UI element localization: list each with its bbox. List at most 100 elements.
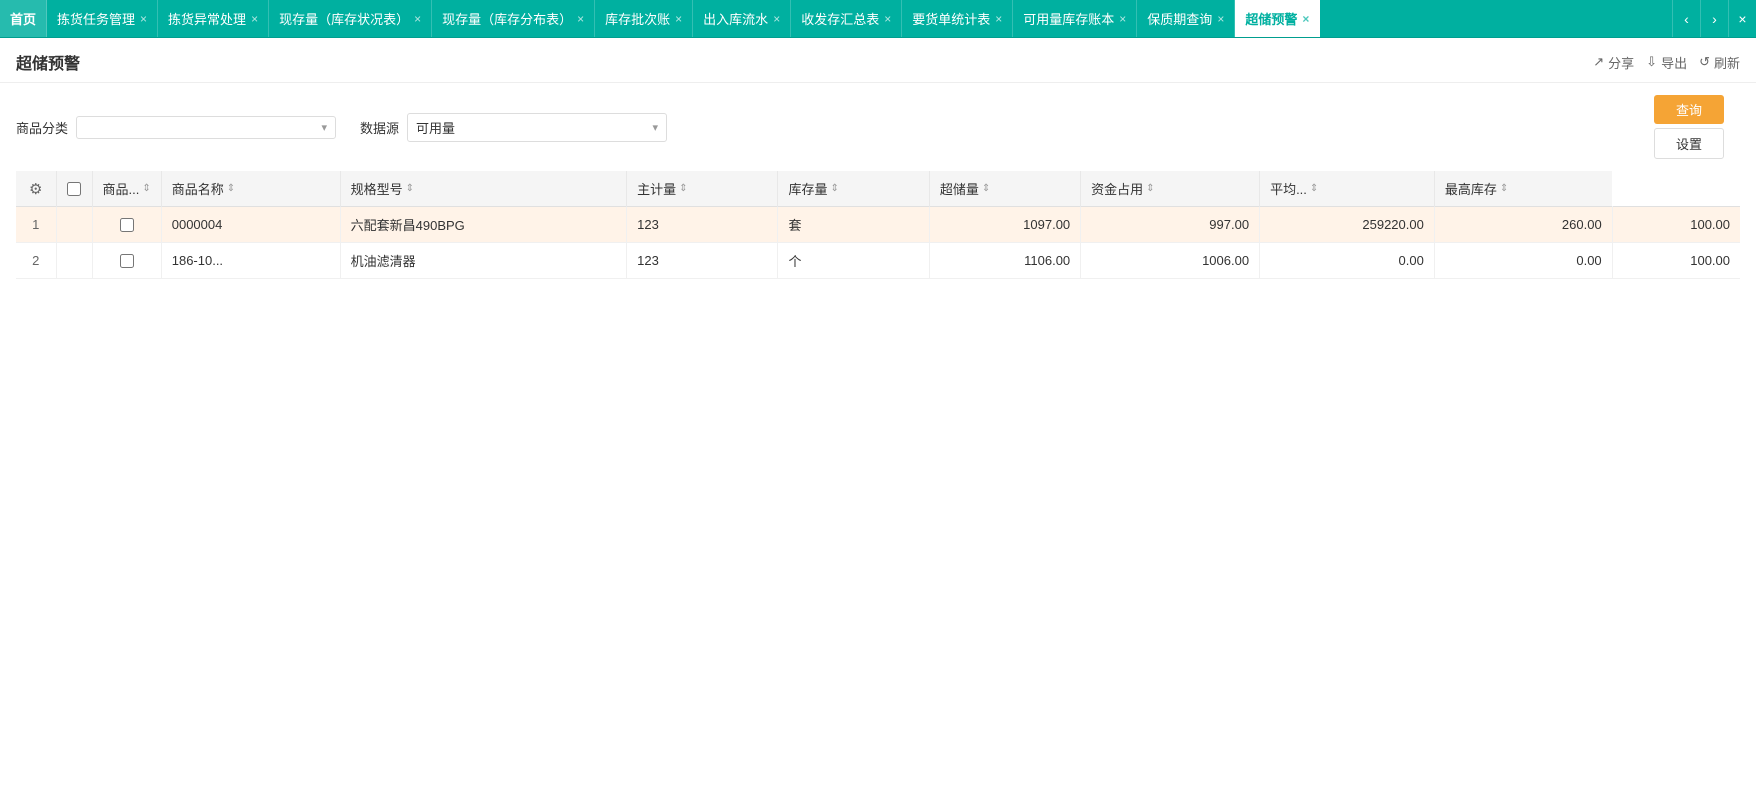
category-filter: 商品分类 ▾: [16, 116, 336, 139]
datasource-select[interactable]: 可用量 ▾: [407, 113, 667, 142]
cell-stock: 1106.00: [929, 243, 1080, 279]
th-max-stock[interactable]: 最高库存 ⇕: [1434, 171, 1612, 207]
close-icon[interactable]: ×: [1217, 12, 1224, 26]
row-checkbox[interactable]: [120, 218, 134, 232]
th-overstock[interactable]: 超储量 ⇕: [929, 171, 1080, 207]
category-select[interactable]: ▾: [76, 116, 336, 139]
th-capital[interactable]: 资金占用 ⇕: [1081, 171, 1260, 207]
sort-icon: ⇕: [830, 183, 838, 194]
nav-item-expiry[interactable]: 保质期查询 ×: [1137, 0, 1235, 38]
close-icon[interactable]: ×: [251, 12, 258, 26]
datasource-filter: 数据源 可用量 ▾: [360, 113, 667, 142]
sort-icon: ⇕: [1310, 183, 1318, 194]
nav-item-available[interactable]: 可用量库存账本 ×: [1013, 0, 1137, 38]
close-icon[interactable]: ×: [577, 12, 584, 26]
nav-item-exception[interactable]: 拣货异常处理 ×: [158, 0, 269, 38]
cell-stock: 1097.00: [929, 207, 1080, 243]
nav-arrows: ‹ › ×: [1672, 0, 1756, 38]
cell-row-index: 1: [16, 207, 56, 243]
page-content: 超储预警 ↗ 分享 ⇩ 导出 ↺ 刷新 商品分类 ▾ 数据源: [0, 38, 1756, 800]
sort-icon: ⇕: [1500, 183, 1508, 194]
row-settings-cell: [56, 207, 92, 243]
sort-icon: ⇕: [227, 183, 235, 194]
chevron-down-icon: ▾: [653, 121, 659, 134]
th-product-name[interactable]: 商品名称 ⇕: [161, 171, 340, 207]
table-body: 1 0000004 六配套新昌490BPG 123 套 1097.00 997.…: [16, 207, 1740, 279]
refresh-icon: ↺: [1699, 54, 1710, 70]
close-icon[interactable]: ×: [414, 12, 421, 26]
cell-avg: 260.00: [1434, 207, 1612, 243]
th-checkbox[interactable]: [56, 171, 92, 207]
cell-row-index: 2: [16, 243, 56, 279]
close-icon[interactable]: ×: [884, 12, 891, 26]
th-settings[interactable]: ⚙: [16, 171, 56, 207]
cell-overstock: 997.00: [1081, 207, 1260, 243]
share-icon: ↗: [1593, 54, 1604, 70]
close-icon[interactable]: ×: [995, 12, 1002, 26]
th-spec[interactable]: 规格型号 ⇕: [340, 171, 626, 207]
share-button[interactable]: ↗ 分享: [1593, 53, 1634, 72]
settings-button[interactable]: 设置: [1654, 128, 1724, 159]
close-icon[interactable]: ×: [1302, 12, 1309, 26]
nav-prev-button[interactable]: ‹: [1672, 0, 1700, 38]
select-all-checkbox[interactable]: [67, 182, 81, 196]
action-buttons: 查询 设置: [1654, 95, 1724, 159]
nav-item-summary[interactable]: 收发存汇总表 ×: [791, 0, 902, 38]
nav-more-button[interactable]: ×: [1728, 0, 1756, 38]
nav-item-flow[interactable]: 出入库流水 ×: [693, 0, 791, 38]
row-checkbox-cell[interactable]: [92, 243, 161, 279]
cell-spec: 123: [627, 243, 778, 279]
close-icon[interactable]: ×: [773, 12, 780, 26]
refresh-button[interactable]: ↺ 刷新: [1699, 53, 1740, 72]
cell-max-stock: 100.00: [1612, 243, 1740, 279]
cell-product-name: 六配套新昌490BPG: [340, 207, 626, 243]
nav-item-task[interactable]: 拣货任务管理 ×: [47, 0, 158, 38]
sort-icon: ⇕: [142, 183, 150, 194]
nav-item-overstock[interactable]: 超储预警 ×: [1235, 0, 1320, 38]
category-label: 商品分类: [16, 118, 68, 137]
filter-row: 商品分类 ▾ 数据源 可用量 ▾ 查询 设置: [0, 83, 1756, 171]
table-header-row: ⚙ 商品... ⇕ 商品: [16, 171, 1740, 207]
nav-next-button[interactable]: ›: [1700, 0, 1728, 38]
nav-item-batch[interactable]: 库存批次账 ×: [595, 0, 693, 38]
cell-spec: 123: [627, 207, 778, 243]
cell-capital: 259220.00: [1260, 207, 1435, 243]
page-title: 超储预警: [16, 50, 80, 74]
export-icon: ⇩: [1646, 54, 1657, 70]
nav-item-home[interactable]: 首页: [0, 0, 47, 38]
cell-avg: 0.00: [1434, 243, 1612, 279]
nav-item-requisition[interactable]: 要货单统计表 ×: [902, 0, 1013, 38]
nav-item-stock-dist[interactable]: 现存量（库存分布表） ×: [432, 0, 595, 38]
gear-icon[interactable]: ⚙: [29, 181, 42, 198]
data-table: ⚙ 商品... ⇕ 商品: [16, 171, 1740, 279]
cell-product-code: 186-10...: [161, 243, 340, 279]
nav-item-stock-status[interactable]: 现存量（库存状况表） ×: [269, 0, 432, 38]
row-checkbox[interactable]: [120, 254, 134, 268]
sort-icon: ⇕: [982, 183, 990, 194]
query-button[interactable]: 查询: [1654, 95, 1724, 124]
table-row: 1 0000004 六配套新昌490BPG 123 套 1097.00 997.…: [16, 207, 1740, 243]
close-icon[interactable]: ×: [1119, 12, 1126, 26]
table-row: 2 186-10... 机油滤清器 123 个 1106.00 1006.00 …: [16, 243, 1740, 279]
cell-capital: 0.00: [1260, 243, 1435, 279]
th-unit[interactable]: 主计量 ⇕: [627, 171, 778, 207]
cell-max-stock: 100.00: [1612, 207, 1740, 243]
top-navigation: 首页 拣货任务管理 × 拣货异常处理 × 现存量（库存状况表） × 现存量（库存…: [0, 0, 1756, 38]
row-settings-cell: [56, 243, 92, 279]
export-button[interactable]: ⇩ 导出: [1646, 53, 1687, 72]
th-stock[interactable]: 库存量 ⇕: [778, 171, 929, 207]
th-product-code[interactable]: 商品... ⇕: [92, 171, 161, 207]
chevron-down-icon: ▾: [321, 121, 327, 134]
th-avg[interactable]: 平均... ⇕: [1260, 171, 1435, 207]
cell-unit: 套: [778, 207, 929, 243]
cell-product-name: 机油滤清器: [340, 243, 626, 279]
row-checkbox-cell[interactable]: [92, 207, 161, 243]
close-icon[interactable]: ×: [140, 12, 147, 26]
header-actions: ↗ 分享 ⇩ 导出 ↺ 刷新: [1593, 53, 1740, 72]
table-wrapper: ⚙ 商品... ⇕ 商品: [0, 171, 1756, 279]
sort-icon: ⇕: [406, 183, 414, 194]
sort-icon: ⇕: [679, 183, 687, 194]
cell-product-code: 0000004: [161, 207, 340, 243]
close-icon[interactable]: ×: [675, 12, 682, 26]
sort-icon: ⇕: [1146, 183, 1154, 194]
